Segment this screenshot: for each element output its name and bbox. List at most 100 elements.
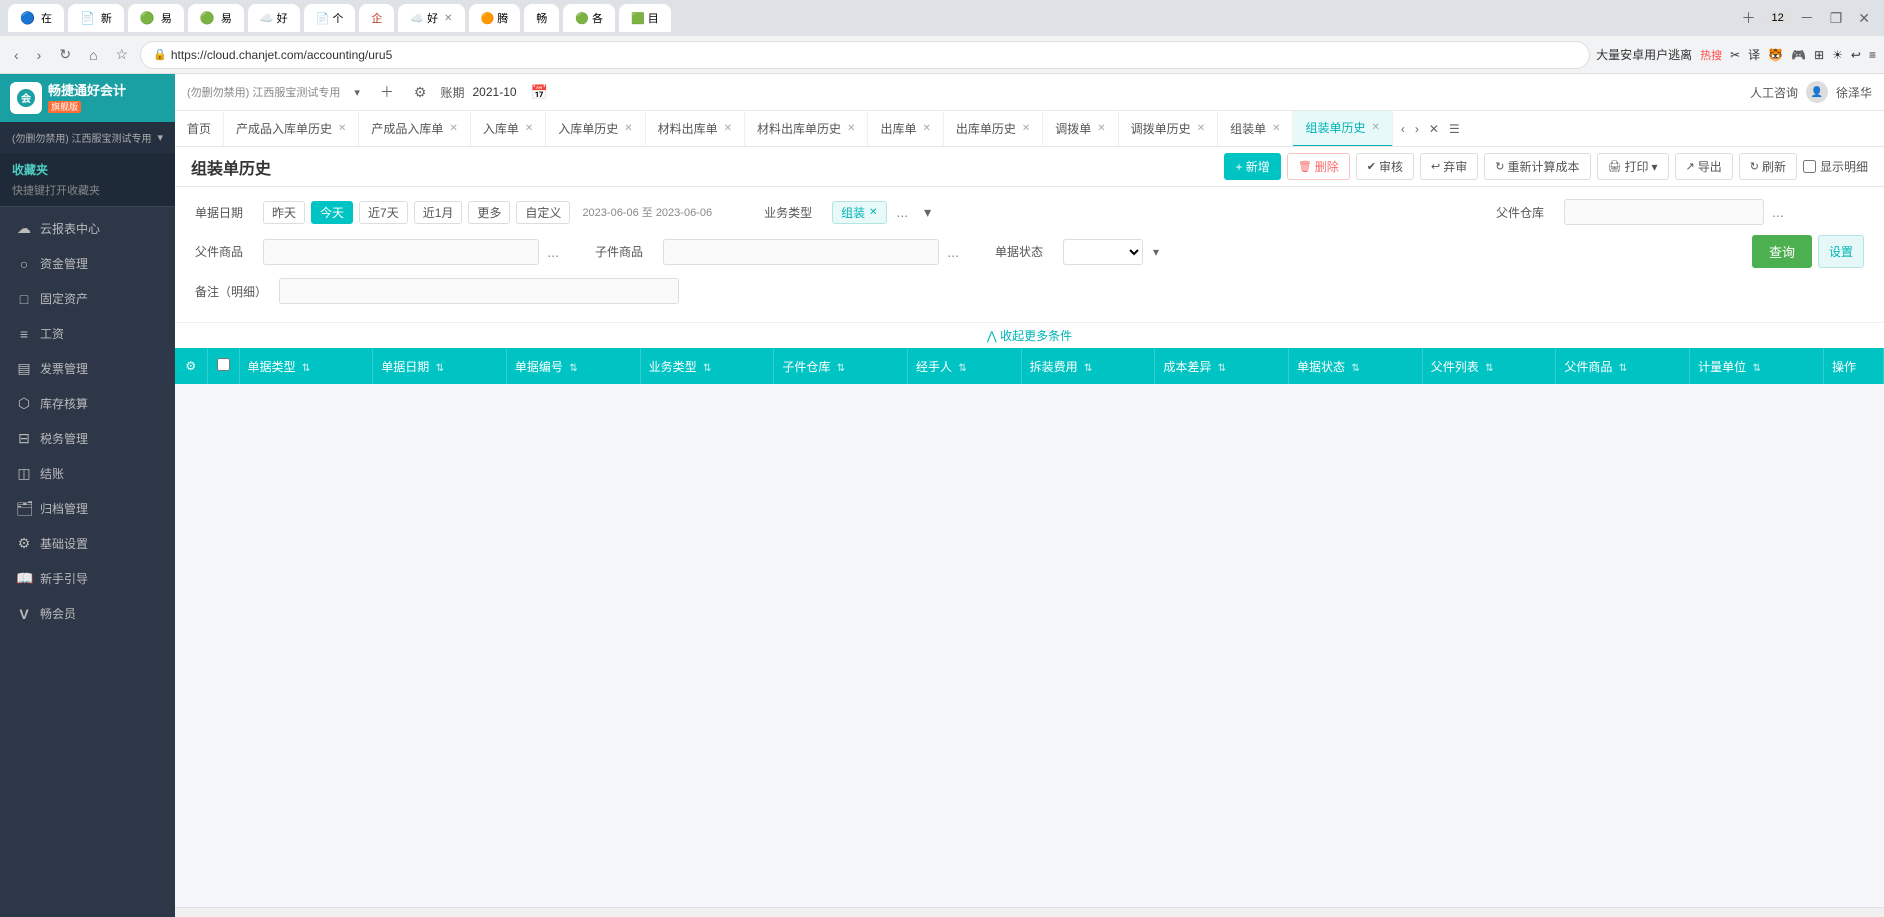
print-btn[interactable]: 🖨 打印 ▾ [1597, 153, 1669, 180]
th-bill-type[interactable]: 单据类型 ⇅ [239, 348, 373, 384]
tab-close[interactable]: ✕ [1097, 123, 1105, 134]
nav-left-btn[interactable]: ‹ [1397, 120, 1409, 138]
sidebar-item-inventory[interactable]: ⬡ 库存核算 [0, 386, 175, 421]
browser-tab-1[interactable]: 🔵 在 [8, 4, 64, 32]
th-disassembly-cost[interactable]: 拆装费用 ⇅ [1021, 348, 1155, 384]
toolbar-icon-grid[interactable]: ⊞ [1814, 48, 1824, 62]
th-bill-status[interactable]: 单据状态 ⇅ [1289, 348, 1423, 384]
tab-production-in[interactable]: 产成品入库单 ✕ [359, 111, 470, 147]
th-business-type[interactable]: 业务类型 ⇅ [640, 348, 774, 384]
browser-minimize[interactable]: － [1794, 4, 1820, 32]
audit-btn[interactable]: ✔ 审核 [1356, 153, 1414, 180]
tab-close[interactable]: ✕ [724, 123, 732, 134]
date-7days-btn[interactable]: 近7天 [359, 201, 408, 224]
toolbar-icon-game[interactable]: 🎮 [1791, 48, 1806, 62]
browser-tab-6[interactable]: 📄 个 [304, 4, 356, 32]
tab-close[interactable]: ✕ [1272, 123, 1280, 134]
browser-tab-8[interactable]: ☁️ 好 ✕ [398, 4, 464, 32]
toolbar-icon-emoji[interactable]: 🐯 [1768, 48, 1783, 62]
th-parent-list[interactable]: 父件列表 ⇅ [1422, 348, 1556, 384]
add-company-btn[interactable]: ＋ [374, 78, 400, 106]
sidebar-item-archive[interactable]: 🗂 归档管理 [0, 491, 175, 526]
nav-close-tab-btn[interactable]: ✕ [1425, 120, 1443, 138]
bottom-scrollbar[interactable] [175, 907, 1884, 917]
th-unit[interactable]: 计量单位 ⇅ [1690, 348, 1824, 384]
date-custom-btn[interactable]: 自定义 [516, 201, 570, 224]
bill-status-select[interactable] [1063, 239, 1143, 265]
browser-tab-9[interactable]: 🟠 腾 [469, 4, 521, 32]
sidebar-item-invoice[interactable]: ▤ 发票管理 [0, 351, 175, 386]
tab-close[interactable]: ✕ [922, 123, 930, 134]
browser-tab-12[interactable]: 🟩 目 [619, 4, 671, 32]
tab-in-order-history[interactable]: 入库单历史 ✕ [546, 111, 645, 147]
sidebar-company[interactable]: (勿删勿禁用) 江西服宝测试专用 ▾ [0, 122, 175, 153]
sidebar-item-settings[interactable]: ⚙ 基础设置 [0, 526, 175, 561]
browser-tab-5[interactable]: ☁️ 好 [248, 4, 300, 32]
tab-transfer-history[interactable]: 调拨单历史 ✕ [1119, 111, 1218, 147]
sidebar-item-tax[interactable]: ⊟ 税务管理 [0, 421, 175, 456]
sidebar-item-vip[interactable]: V 畅会员 [0, 596, 175, 631]
date-more-btn[interactable]: 更多 [468, 201, 510, 224]
bookmark-button[interactable]: ☆ [110, 42, 135, 67]
th-settings[interactable]: ⚙ [175, 348, 207, 384]
toolbar-icon-translate[interactable]: 译 [1748, 46, 1760, 63]
tab-close[interactable]: ✕ [624, 123, 632, 134]
child-goods-input[interactable] [663, 239, 939, 265]
bill-status-dropdown-btn[interactable]: ▾ [1147, 241, 1165, 263]
tab-material-out[interactable]: 材料出库单 ✕ [646, 111, 745, 147]
browser-tab-3[interactable]: 🟢 易 [128, 4, 184, 32]
th-parent-goods[interactable]: 父件商品 ⇅ [1556, 348, 1690, 384]
abandon-btn[interactable]: ↩ 弃审 [1420, 153, 1478, 180]
tab-transfer[interactable]: 调拨单 ✕ [1043, 111, 1118, 147]
sidebar-item-guide[interactable]: 📖 新手引导 [0, 561, 175, 596]
th-bill-date[interactable]: 单据日期 ⇅ [373, 348, 507, 384]
browser-close[interactable]: ✕ [1852, 6, 1876, 31]
forward-button[interactable]: › [31, 43, 48, 67]
delete-btn[interactable]: 🗑 删除 [1287, 153, 1350, 180]
nav-more-btn[interactable]: ☰ [1445, 120, 1464, 138]
browser-tab-7[interactable]: 企 [359, 4, 394, 32]
parent-warehouse-input[interactable] [1564, 199, 1764, 225]
tab-close[interactable]: ✕ [847, 123, 855, 134]
tab-close[interactable]: ✕ [525, 123, 533, 134]
company-dropdown-btn[interactable]: ▾ [348, 82, 366, 103]
select-all-checkbox[interactable] [217, 358, 230, 371]
collapse-filters-btn[interactable]: ⋀ 收起更多条件 [175, 322, 1884, 348]
refresh-btn[interactable]: ↻ 刷新 [1739, 153, 1797, 180]
customer-service-label[interactable]: 人工咨询 [1750, 84, 1798, 101]
period-calendar-btn[interactable]: 📅 [525, 80, 554, 105]
address-bar[interactable]: 🔒 https://cloud.chanjet.com/accounting/u… [140, 41, 1590, 69]
tab-out-order[interactable]: 出库单 ✕ [868, 111, 943, 147]
browser-tab-4[interactable]: 🟢 易 [188, 4, 244, 32]
tab-material-out-history[interactable]: 材料出库单历史 ✕ [745, 111, 868, 147]
child-goods-more-btn[interactable]: ... [943, 244, 963, 260]
remarks-input[interactable] [279, 278, 679, 304]
tab-assembly-history[interactable]: 组装单历史 ✕ [1293, 111, 1392, 147]
toolbar-icon-menu[interactable]: ≡ [1869, 48, 1876, 62]
business-type-dropdown-btn[interactable]: ▾ [918, 200, 937, 225]
toolbar-icon-brightness[interactable]: ☀ [1832, 48, 1843, 62]
tab-assembly[interactable]: 组装单 ✕ [1218, 111, 1293, 147]
th-checkbox[interactable] [207, 348, 239, 384]
settings-gear-btn[interactable]: ⚙ [408, 80, 433, 105]
nav-right-btn[interactable]: › [1411, 120, 1423, 138]
sidebar-item-cloud-reports[interactable]: ☁ 云报表中心 [0, 211, 175, 246]
toolbar-icon-cut[interactable]: ✂ [1730, 48, 1740, 62]
business-type-more-btn[interactable]: ... [893, 204, 913, 220]
home-button[interactable]: ⌂ [83, 43, 103, 67]
tab-assembly-history-close[interactable]: ✕ [1372, 122, 1380, 133]
th-cost-diff[interactable]: 成本差异 ⇅ [1155, 348, 1289, 384]
parent-goods-input[interactable] [263, 239, 539, 265]
tab-close[interactable]: ✕ [449, 123, 457, 134]
sidebar-favorites[interactable]: 收藏夹 快捷键打开收藏夹 [0, 153, 175, 207]
sidebar-item-salary[interactable]: ≡ 工资 [0, 316, 175, 351]
recalculate-btn[interactable]: ↻ 重新计算成本 [1484, 153, 1590, 180]
date-1month-btn[interactable]: 近1月 [414, 201, 463, 224]
browser-tab-10[interactable]: 畅 [524, 4, 559, 32]
parent-goods-more-btn[interactable]: ... [543, 244, 563, 260]
settings-filter-btn[interactable]: 设置 [1818, 235, 1864, 268]
back-button[interactable]: ‹ [8, 43, 25, 67]
tab-out-order-history[interactable]: 出库单历史 ✕ [944, 111, 1043, 147]
th-bill-no[interactable]: 单据编号 ⇅ [506, 348, 640, 384]
th-handler[interactable]: 经手人 ⇅ [908, 348, 1022, 384]
